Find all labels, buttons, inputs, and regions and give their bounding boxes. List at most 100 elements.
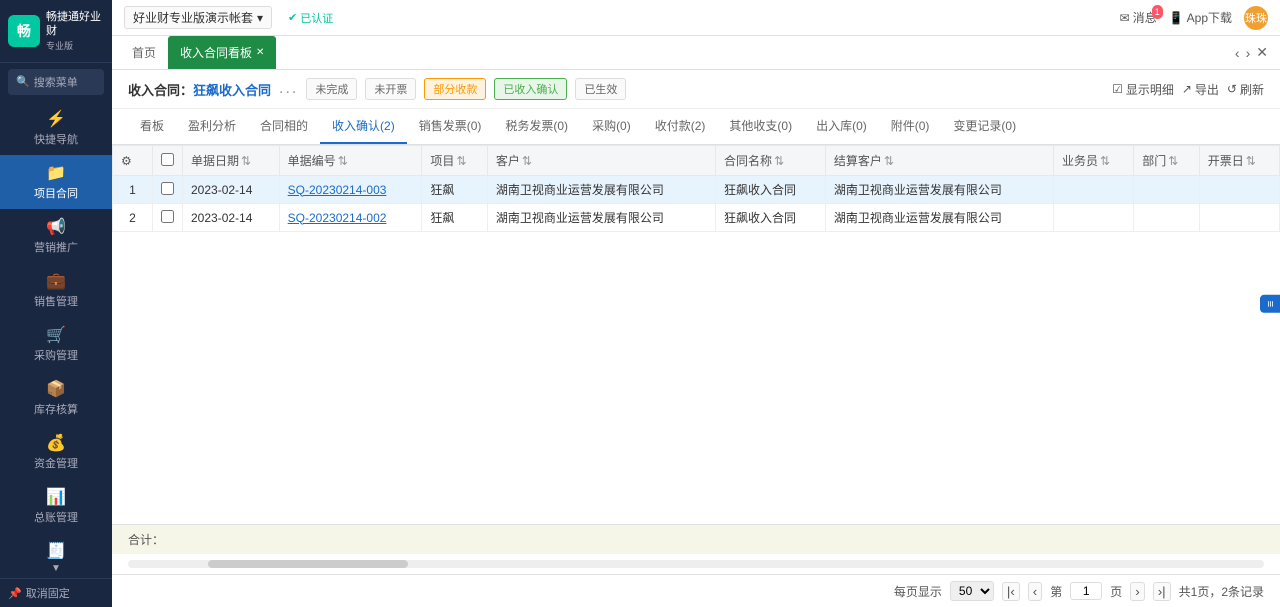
sort-icon-orderno[interactable]: ⇅ bbox=[338, 154, 348, 168]
page-content: 收入合同：狂飙收入合同 ... 未完成 未开票 部分收款 已收入确认 已生效 ☑… bbox=[112, 70, 1280, 607]
row-invoicedate-2 bbox=[1199, 204, 1279, 232]
tab-warehouse[interactable]: 出入库(0) bbox=[804, 109, 879, 144]
nav-tabs: 看板 盈利分析 合同相的 收入确认(2) 销售发票(0) 税务发票(0) 采购(… bbox=[112, 109, 1280, 145]
row-invoicedate-1 bbox=[1199, 176, 1279, 204]
order-link-1[interactable]: SQ-20230214-003 bbox=[288, 183, 387, 197]
row-salesperson-2 bbox=[1053, 204, 1133, 232]
sidebar-item-ledger[interactable]: 📊 总账管理 bbox=[0, 479, 112, 533]
logo-icon: 畅 bbox=[8, 15, 40, 47]
status-confirmed[interactable]: 已收入确认 bbox=[494, 78, 567, 100]
sort-icon-invoicedate[interactable]: ⇅ bbox=[1246, 154, 1256, 168]
chevron-down-icon: ▾ bbox=[257, 11, 263, 25]
company-selector[interactable]: 好业财专业版演示帐套 ▾ bbox=[124, 6, 272, 29]
page-label: 第 bbox=[1050, 583, 1062, 600]
pin-button[interactable]: 📌 取消固定 bbox=[0, 579, 112, 607]
tab-kanban[interactable]: 看板 bbox=[128, 109, 176, 144]
sidebar-item-inventory[interactable]: 📦 库存核算 bbox=[0, 371, 112, 425]
sidebar-item-invoice[interactable]: 🧾 发票管理 bbox=[0, 533, 112, 559]
row-contract-1: 狂飙收入合同 bbox=[716, 176, 826, 204]
inventory-icon: 📦 bbox=[46, 379, 66, 399]
sidebar-nav: 📁 项目合同 📢 营销推广 💼 销售管理 🛒 采购管理 📦 库存核算 💰 资金管… bbox=[0, 155, 112, 559]
search-icon: 🔍 bbox=[16, 75, 30, 88]
sort-icon-date[interactable]: ⇅ bbox=[241, 154, 251, 168]
export-button[interactable]: ↗ 导出 bbox=[1182, 81, 1219, 98]
user-avatar[interactable]: 珠珠 bbox=[1244, 6, 1268, 30]
app-download-button[interactable]: 📱 App下载 bbox=[1169, 9, 1232, 26]
per-page-label: 每页显示 bbox=[894, 583, 942, 600]
tab-tax-invoice[interactable]: 税务发票(0) bbox=[493, 109, 580, 144]
close-tab-icon[interactable]: ✕ bbox=[256, 47, 264, 58]
prev-tab-icon[interactable]: ‹ bbox=[1235, 45, 1240, 61]
check-circle-icon: ✔ bbox=[288, 11, 297, 24]
status-unfinished[interactable]: 未完成 bbox=[306, 78, 357, 100]
row-project-2: 狂飙 bbox=[422, 204, 487, 232]
row-select-2[interactable] bbox=[161, 210, 174, 223]
sidebar: 畅 畅捷通好业财 专业版 🔍 搜索菜单 ⚡ 快捷导航 📁 项目合同 📢 营销推广… bbox=[0, 0, 112, 607]
sort-icon-contract[interactable]: ⇅ bbox=[774, 154, 784, 168]
active-tab[interactable]: 收入合同看板 ✕ bbox=[168, 36, 276, 69]
prev-page-button[interactable]: ‹ bbox=[1028, 582, 1042, 601]
funds-icon: 💰 bbox=[46, 433, 66, 453]
next-tab-icon[interactable]: › bbox=[1246, 45, 1251, 61]
search-menu-button[interactable]: 🔍 搜索菜单 bbox=[8, 69, 104, 95]
tab-profit[interactable]: 盈利分析 bbox=[176, 109, 248, 144]
more-options-button[interactable]: ... bbox=[279, 80, 298, 98]
per-page-select[interactable]: 50 bbox=[950, 581, 994, 601]
tab-sales-invoice[interactable]: 销售发票(0) bbox=[407, 109, 494, 144]
sidebar-item-funds[interactable]: 💰 资金管理 bbox=[0, 425, 112, 479]
page-unit: 页 bbox=[1110, 583, 1122, 600]
sidebar-item-sales[interactable]: 💼 销售管理 bbox=[0, 263, 112, 317]
first-page-button[interactable]: |‹ bbox=[1002, 582, 1020, 601]
total-info: 共1页，2条记录 bbox=[1179, 583, 1264, 600]
status-partial-payment[interactable]: 部分收款 bbox=[424, 78, 486, 100]
sort-icon-settlement[interactable]: ⇅ bbox=[884, 154, 894, 168]
show-detail-button[interactable]: ☑ 显示明细 bbox=[1112, 81, 1174, 98]
home-tab[interactable]: 首页 bbox=[124, 36, 164, 69]
message-button[interactable]: ✉ 1 消息 bbox=[1120, 9, 1157, 26]
horizontal-scrollbar[interactable] bbox=[112, 554, 1280, 574]
sort-icon-customer[interactable]: ⇅ bbox=[522, 154, 532, 168]
sidebar-item-marketing[interactable]: 📢 营销推广 bbox=[0, 209, 112, 263]
sidebar-item-quick-nav[interactable]: ⚡ 快捷导航 bbox=[0, 101, 112, 155]
row-settlement-1: 湖南卫视商业运营发展有限公司 bbox=[825, 176, 1053, 204]
tab-other-income[interactable]: 其他收支(0) bbox=[717, 109, 804, 144]
tab-controls: ‹ › ✕ bbox=[1235, 44, 1268, 61]
tab-payment[interactable]: 收付款(2) bbox=[643, 109, 718, 144]
order-link-2[interactable]: SQ-20230214-002 bbox=[288, 211, 387, 225]
column-department: 部门⇅ bbox=[1134, 146, 1199, 176]
quick-nav-icon: ⚡ bbox=[46, 109, 66, 129]
page-input[interactable] bbox=[1070, 582, 1102, 600]
last-page-button[interactable]: ›| bbox=[1153, 582, 1171, 601]
sort-icon-department[interactable]: ⇅ bbox=[1168, 154, 1178, 168]
sort-icon-project[interactable]: ⇅ bbox=[456, 154, 466, 168]
tab-purchase[interactable]: 采购(0) bbox=[580, 109, 643, 144]
scrollbar-thumb[interactable] bbox=[208, 560, 408, 568]
sidebar-item-project[interactable]: 📁 项目合同 bbox=[0, 155, 112, 209]
tab-contract-related[interactable]: 合同相的 bbox=[248, 109, 320, 144]
status-uninvoiced[interactable]: 未开票 bbox=[365, 78, 416, 100]
tab-attachment[interactable]: 附件(0) bbox=[879, 109, 942, 144]
row-date-2: 2023-02-14 bbox=[183, 204, 280, 232]
tab-changes[interactable]: 变更记录(0) bbox=[941, 109, 1028, 144]
app-name: 畅捷通好业财 bbox=[46, 10, 104, 39]
sort-icon-salesperson[interactable]: ⇅ bbox=[1100, 154, 1110, 168]
checkbox-icon: ☑ bbox=[1112, 82, 1123, 96]
select-all-checkbox[interactable] bbox=[161, 153, 174, 166]
table-area: ⚙ 单据日期⇅ 单据编号⇅ 项目⇅ 客户⇅ 合同名称⇅ 结算客户⇅ 业务员⇅ 部… bbox=[112, 145, 1280, 524]
row-select-1[interactable] bbox=[161, 182, 174, 195]
close-all-tabs-icon[interactable]: ✕ bbox=[1256, 44, 1268, 61]
row-orderno-2: SQ-20230214-002 bbox=[279, 204, 422, 232]
pin-icon: 📌 bbox=[8, 587, 22, 600]
next-page-button[interactable]: › bbox=[1130, 582, 1144, 601]
purchase-icon: 🛒 bbox=[46, 325, 66, 345]
column-project: 项目⇅ bbox=[422, 146, 487, 176]
row-salesperson-1 bbox=[1053, 176, 1133, 204]
sidebar-bottom: 📌 取消固定 bbox=[0, 578, 112, 607]
sidebar-item-purchase[interactable]: 🛒 采购管理 bbox=[0, 317, 112, 371]
table-summary: 合计： bbox=[112, 524, 1280, 554]
status-effective[interactable]: 已生效 bbox=[575, 78, 626, 100]
tab-revenue-confirm[interactable]: 收入确认(2) bbox=[320, 109, 407, 144]
side-action-button[interactable]: ≡ bbox=[1260, 294, 1280, 312]
refresh-button[interactable]: ↺ 刷新 bbox=[1227, 81, 1264, 98]
scroll-down-btn[interactable]: ▼ bbox=[0, 559, 112, 578]
